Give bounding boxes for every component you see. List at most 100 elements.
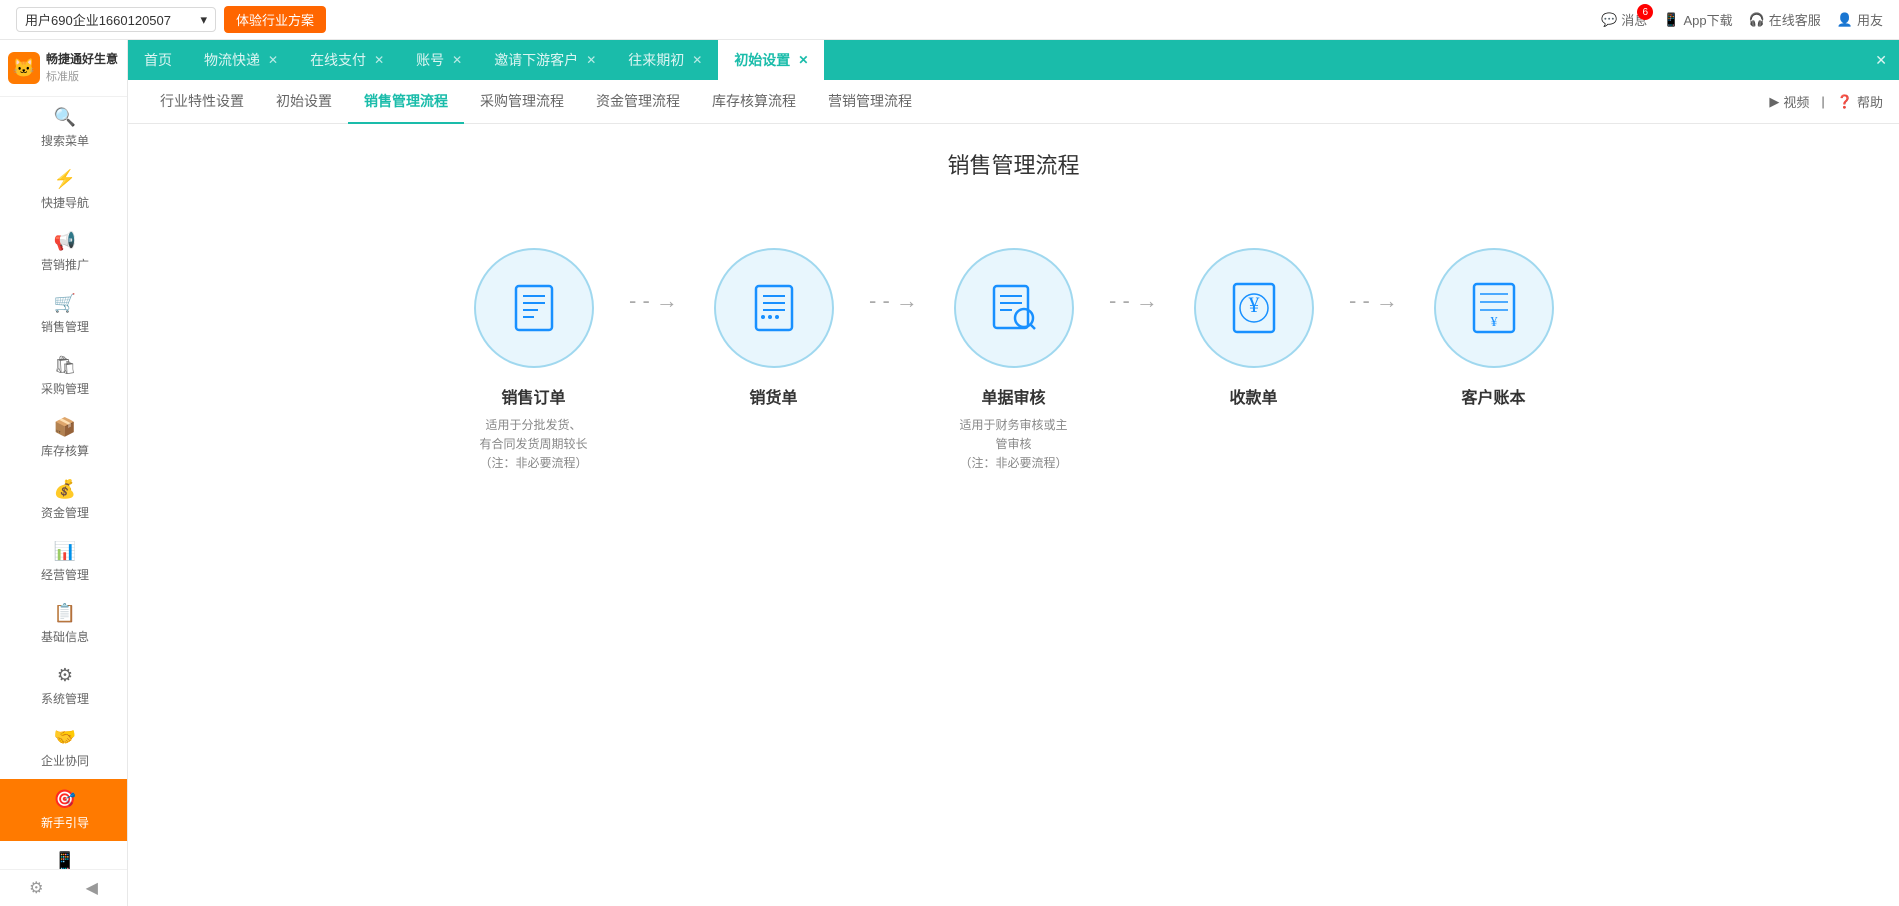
- flow-container: 销售订单 适用于分批发货、有合同发货周期较长（注：非必要流程） - - →: [152, 228, 1875, 494]
- flow-circle-voucher-review: [954, 248, 1074, 368]
- receipt-icon: ¥: [1226, 280, 1282, 336]
- flow-circle-sales-invoice: [714, 248, 834, 368]
- operations-icon: 📊: [54, 541, 76, 562]
- sidebar-item-operations-label: 经营管理: [41, 566, 89, 583]
- nav-tab-period[interactable]: 往来期初 ✕: [612, 40, 718, 80]
- sidebar-item-inventory[interactable]: 📦 库存核算: [0, 407, 127, 469]
- sidebar-item-enterprise-label: 企业协同: [41, 752, 89, 769]
- sidebar-item-newbie-label: 新手引导: [41, 814, 89, 831]
- nav-tab-setup-close[interactable]: ✕: [798, 53, 808, 67]
- user-name: 用友: [1857, 10, 1883, 29]
- nav-tab-setup[interactable]: 初始设置 ✕: [718, 40, 824, 80]
- flow-circle-receipt: ¥: [1194, 248, 1314, 368]
- nav-tab-setup-label: 初始设置: [734, 50, 790, 70]
- sub-tab-sales-flow[interactable]: 销售管理流程: [348, 80, 464, 124]
- sub-tab-marketing-flow[interactable]: 营销管理流程: [812, 80, 928, 124]
- system-icon: ⚙: [57, 665, 73, 686]
- flow-label-sales-order: 销售订单: [501, 384, 565, 408]
- flow-item-sales-invoice[interactable]: 销货单: [684, 248, 864, 416]
- trial-button[interactable]: 体验行业方案: [224, 6, 326, 33]
- nav-tab-invite-close[interactable]: ✕: [586, 53, 596, 67]
- sidebar-item-enterprise[interactable]: 🤝 企业协同: [0, 717, 127, 779]
- nav-tab-payment-close[interactable]: ✕: [374, 53, 384, 67]
- svg-text:¥: ¥: [1490, 315, 1497, 330]
- video-link[interactable]: ▶ 视频: [1769, 92, 1809, 111]
- enterprise-icon: 🤝: [54, 727, 76, 748]
- user-select[interactable]: 用户690企业1660120507 ▾: [16, 7, 216, 32]
- flow-item-sales-order[interactable]: 销售订单 适用于分批发货、有合同发货周期较长（注：非必要流程）: [444, 248, 624, 474]
- flow-arrow-2: - - →: [864, 248, 924, 314]
- sidebar-item-basic[interactable]: 📋 基础信息: [0, 593, 127, 655]
- flow-arrow-4: - - →: [1344, 248, 1404, 314]
- sidebar-item-system[interactable]: ⚙ 系统管理: [0, 655, 127, 717]
- nav-tab-logistics-label: 物流快递: [204, 50, 260, 70]
- page-content: 销售管理流程 销售订单 适用于分批发货、有合同发货周期较长（: [128, 124, 1899, 906]
- nav-tab-home[interactable]: 首页: [128, 40, 188, 80]
- sub-tab-industry[interactable]: 行业特性设置: [144, 80, 260, 124]
- nav-tab-logistics-close[interactable]: ✕: [268, 53, 278, 67]
- flow-item-receipt[interactable]: ¥ 收款单: [1164, 248, 1344, 416]
- sidebar: 🐱 畅捷通好生意 标准版 🔍 搜索菜单 ⚡ 快捷导航 📢 营销推广 🛒 销售管理: [0, 40, 128, 906]
- nav-tab-payment-label: 在线支付: [310, 50, 366, 70]
- help-icon: ❓: [1837, 94, 1853, 110]
- nav-tab-home-label: 首页: [144, 50, 172, 70]
- app-download-item[interactable]: 📱 App下载: [1663, 10, 1732, 29]
- nav-tab-account-close[interactable]: ✕: [452, 53, 462, 67]
- app-icon: 📱: [1663, 12, 1679, 28]
- sub-tab-purchase-flow[interactable]: 采购管理流程: [464, 80, 580, 124]
- logo-text-block: 畅捷通好生意 标准版: [46, 52, 118, 84]
- sidebar-item-operations[interactable]: 📊 经营管理: [0, 531, 127, 593]
- sub-tabs-right: ▶ 视频 | ❓ 帮助: [1769, 92, 1883, 111]
- sub-tab-inventory-flow[interactable]: 库存核算流程: [696, 80, 812, 124]
- sidebar-item-appstore[interactable]: 📱 应用中心: [0, 841, 127, 869]
- flow-label-receipt: 收款单: [1229, 384, 1277, 408]
- nav-tab-invite[interactable]: 邀请下游客户 ✕: [478, 40, 612, 80]
- help-link[interactable]: ❓ 帮助: [1837, 92, 1883, 111]
- sub-tab-capital-flow[interactable]: 资金管理流程: [580, 80, 696, 124]
- sidebar-item-quicknav-label: 快捷导航: [41, 194, 89, 211]
- flow-label-sales-invoice: 销货单: [749, 384, 797, 408]
- sidebar-item-quicknav[interactable]: ⚡ 快捷导航: [0, 159, 127, 221]
- purchase-icon: 🛍: [54, 355, 77, 376]
- sidebar-item-newbie[interactable]: 🎯 新手引导: [0, 779, 127, 841]
- sidebar-item-sales[interactable]: 🛒 销售管理: [0, 283, 127, 345]
- sales-icon: 🛒: [54, 293, 76, 314]
- user-avatar-item[interactable]: 👤 用友: [1837, 10, 1883, 29]
- logo-subtitle: 标准版: [46, 68, 118, 84]
- quicknav-icon: ⚡: [54, 169, 76, 190]
- service-label: 在线客服: [1769, 10, 1821, 29]
- sidebar-item-finance[interactable]: 💰 资金管理: [0, 469, 127, 531]
- flow-desc-voucher-review: 适用于财务审核或主管审核（注：非必要流程）: [959, 416, 1067, 474]
- flow-item-customer-ledger[interactable]: ¥ 客户账本: [1404, 248, 1584, 416]
- nav-tab-payment[interactable]: 在线支付 ✕: [294, 40, 400, 80]
- top-bar: 用户690企业1660120507 ▾ 体验行业方案 💬 消息 6 📱 App下…: [0, 0, 1899, 40]
- newbie-icon: 🎯: [54, 789, 76, 810]
- sidebar-item-purchase[interactable]: 🛍 采购管理: [0, 345, 127, 407]
- sub-tab-initial-label: 初始设置: [276, 91, 332, 111]
- nav-tab-logistics[interactable]: 物流快递 ✕: [188, 40, 294, 80]
- sub-tabs-bar: 行业特性设置 初始设置 销售管理流程 采购管理流程 资金管理流程 库存核算流程 …: [128, 80, 1899, 124]
- sidebar-item-finance-label: 资金管理: [41, 504, 89, 521]
- sidebar-item-marketing-label: 营销推广: [41, 256, 89, 273]
- flow-circle-customer-ledger: ¥: [1434, 248, 1554, 368]
- sidebar-item-marketing[interactable]: 📢 营销推广: [0, 221, 127, 283]
- collapse-icon[interactable]: ◀: [86, 878, 98, 898]
- sidebar-item-search[interactable]: 🔍 搜索菜单: [0, 97, 127, 159]
- sub-tab-initial[interactable]: 初始设置: [260, 80, 348, 124]
- top-bar-right: 💬 消息 6 📱 App下载 🎧 在线客服 👤 用友: [1601, 10, 1883, 29]
- divider: |: [1821, 94, 1824, 109]
- nav-tab-account[interactable]: 账号 ✕: [400, 40, 478, 80]
- message-icon: 💬: [1601, 12, 1617, 28]
- flow-item-voucher-review[interactable]: 单据审核 适用于财务审核或主管审核（注：非必要流程）: [924, 248, 1104, 474]
- settings-bottom-icon[interactable]: ⚙: [29, 878, 43, 898]
- nav-close-all[interactable]: ✕: [1863, 52, 1899, 69]
- sidebar-item-sales-label: 销售管理: [41, 318, 89, 335]
- message-badge: 6: [1637, 4, 1653, 20]
- flow-arrow-1: - - →: [624, 248, 684, 314]
- help-label: 帮助: [1857, 92, 1883, 111]
- nav-tab-period-close[interactable]: ✕: [692, 53, 702, 67]
- message-item[interactable]: 💬 消息 6: [1601, 10, 1647, 29]
- service-item[interactable]: 🎧 在线客服: [1749, 10, 1821, 29]
- top-bar-left: 用户690企业1660120507 ▾ 体验行业方案: [16, 6, 326, 33]
- video-label: 视频: [1783, 92, 1809, 111]
